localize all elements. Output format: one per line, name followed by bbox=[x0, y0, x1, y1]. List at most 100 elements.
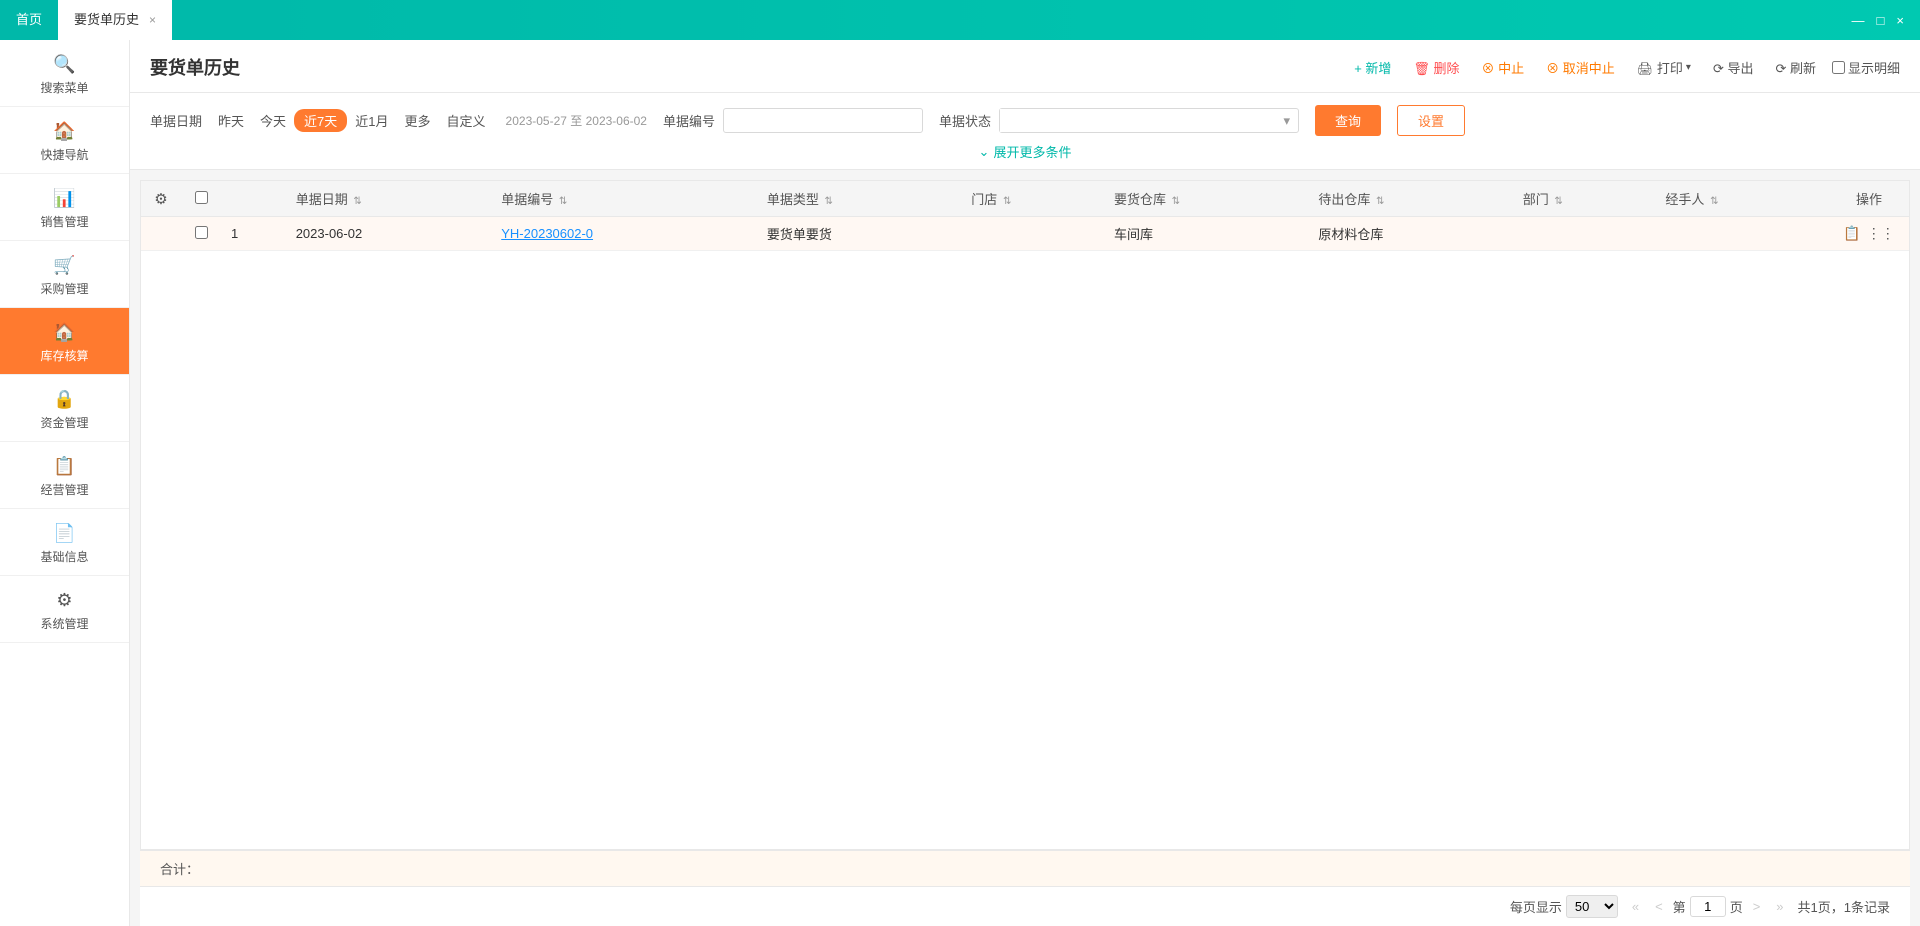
page-title: 要货单历史 bbox=[150, 54, 240, 80]
basic-info-icon: 📄 bbox=[53, 523, 75, 544]
sidebar-item-sales-label: 销售管理 bbox=[40, 213, 88, 230]
row-checkbox[interactable] bbox=[195, 226, 208, 239]
page-nav: « < 第 页 > » bbox=[1626, 896, 1790, 917]
last-page-btn[interactable]: » bbox=[1770, 897, 1789, 916]
col-store: 门店 ⇅ bbox=[961, 181, 1104, 217]
tab-home[interactable]: 首页 bbox=[0, 0, 58, 40]
col-department: 部门 ⇅ bbox=[1513, 181, 1656, 217]
pending-warehouse-sort-icon[interactable]: ⇅ bbox=[1376, 196, 1384, 207]
department-sort-icon[interactable]: ⇅ bbox=[1554, 196, 1562, 207]
table-row: 1 2023-06-02 YH-20230602-0 要货单要货 车间库 原材料… bbox=[141, 217, 1909, 251]
sidebar-item-operations[interactable]: 📋 经营管理 bbox=[0, 442, 129, 509]
query-button[interactable]: 查询 bbox=[1315, 105, 1381, 136]
table-gear-icon[interactable]: ⚙ bbox=[154, 191, 167, 208]
show-detail-label: 显示明细 bbox=[1848, 58, 1900, 77]
sidebar-item-search-menu-label: 搜索菜单 bbox=[40, 79, 88, 96]
doc-type-sort-icon[interactable]: ⇅ bbox=[825, 196, 833, 207]
date-option-1month[interactable]: 近1月 bbox=[347, 109, 396, 132]
minimize-btn[interactable]: — bbox=[1852, 13, 1865, 28]
show-detail-button[interactable]: 显示明细 bbox=[1832, 58, 1900, 77]
col-doc-no: 单据编号 ⇅ bbox=[491, 181, 757, 217]
col-doc-type: 单据类型 ⇅ bbox=[757, 181, 961, 217]
stop-button[interactable]: ⊗ 中止 bbox=[1476, 55, 1531, 80]
page-label: 第 bbox=[1673, 897, 1686, 916]
tab-active[interactable]: 要货单历史 × bbox=[58, 0, 172, 40]
doc-no-sort-icon[interactable]: ⇅ bbox=[559, 196, 567, 207]
per-page-select[interactable]: 10 20 50 100 bbox=[1566, 895, 1618, 918]
col-checkbox bbox=[181, 181, 221, 217]
search-menu-icon: 🔍 bbox=[53, 54, 75, 75]
sidebar-item-inventory[interactable]: 🏠 库存核算 bbox=[0, 308, 129, 375]
print-button[interactable]: 🖨 打印 ▾ bbox=[1631, 55, 1697, 80]
sidebar-item-inventory-label: 库存核算 bbox=[40, 347, 88, 364]
row-pending-warehouse: 原材料仓库 bbox=[1308, 217, 1512, 251]
expand-more[interactable]: ⌄ 展开更多条件 bbox=[150, 142, 1900, 161]
filter-settings-button[interactable]: 设置 bbox=[1397, 105, 1465, 136]
toolbar: + 新增 🗑 删除 ⊗ 中止 ⊗ 取消中止 🖨 打印 ▾ bbox=[1348, 55, 1900, 80]
date-filter-label: 单据日期 bbox=[150, 111, 202, 130]
expand-more-label: 展开更多条件 bbox=[993, 142, 1071, 161]
row-more-icon[interactable]: ⋮⋮ bbox=[1867, 225, 1895, 242]
show-detail-checkbox[interactable] bbox=[1832, 61, 1845, 74]
date-option-more[interactable]: 更多 bbox=[397, 109, 439, 132]
delete-button-label: 🗑 删除 bbox=[1413, 58, 1459, 77]
new-button[interactable]: + 新增 bbox=[1348, 55, 1397, 80]
sidebar-item-search-menu[interactable]: 🔍 搜索菜单 bbox=[0, 40, 129, 107]
doc-no-link[interactable]: YH-20230602-0 bbox=[501, 226, 593, 241]
col-index bbox=[221, 181, 286, 217]
row-handler bbox=[1655, 217, 1829, 251]
select-all-checkbox[interactable] bbox=[195, 191, 208, 204]
new-button-label: + 新增 bbox=[1354, 58, 1391, 77]
date-sort-icon[interactable]: ⇅ bbox=[353, 196, 361, 207]
sidebar-item-basic-info[interactable]: 📄 基础信息 bbox=[0, 509, 129, 576]
first-page-btn[interactable]: « bbox=[1626, 897, 1645, 916]
footer-bar: 合计： bbox=[140, 850, 1910, 886]
sidebar-item-finance[interactable]: 🔒 资金管理 bbox=[0, 375, 129, 442]
per-page-group: 每页显示 10 20 50 100 bbox=[1510, 895, 1618, 918]
print-dropdown-icon[interactable]: ▾ bbox=[1686, 62, 1691, 73]
close-window-btn[interactable]: × bbox=[1896, 13, 1904, 28]
table-container: ⚙ 单据日期 ⇅ 单据编号 ⇅ bbox=[140, 180, 1910, 850]
print-button-label: 🖨 打印 bbox=[1637, 58, 1683, 77]
date-filter-group: 单据日期 昨天 今天 近7天 近1月 更多 自定义 2023-05-27 至 2… bbox=[150, 109, 647, 132]
table-body: 1 2023-06-02 YH-20230602-0 要货单要货 车间库 原材料… bbox=[141, 217, 1909, 251]
maximize-btn[interactable]: □ bbox=[1877, 13, 1885, 28]
store-sort-icon[interactable]: ⇅ bbox=[1003, 196, 1011, 207]
refresh-button[interactable]: ⟳ 刷新 bbox=[1769, 55, 1822, 80]
status-filter-group: 单据状态 ▾ bbox=[939, 108, 1299, 133]
doc-number-input[interactable] bbox=[723, 108, 923, 133]
req-warehouse-sort-icon[interactable]: ⇅ bbox=[1172, 196, 1180, 207]
sales-icon: 📊 bbox=[53, 188, 75, 209]
page-number-input[interactable] bbox=[1690, 896, 1726, 917]
col-handler: 经手人 ⇅ bbox=[1655, 181, 1829, 217]
delete-button[interactable]: 🗑 删除 bbox=[1407, 55, 1465, 80]
sidebar-item-quick-nav[interactable]: 🏠 快捷导航 bbox=[0, 107, 129, 174]
doc-number-label: 单据编号 bbox=[663, 111, 715, 130]
date-option-yesterday[interactable]: 昨天 bbox=[210, 109, 252, 132]
inventory-icon: 🏠 bbox=[53, 322, 75, 343]
date-option-7days[interactable]: 近7天 bbox=[294, 109, 347, 132]
sidebar-item-sales[interactable]: 📊 销售管理 bbox=[0, 174, 129, 241]
status-dropdown-icon[interactable]: ▾ bbox=[1275, 113, 1298, 129]
prev-page-btn[interactable]: < bbox=[1649, 897, 1669, 916]
sidebar-item-purchase[interactable]: 🛒 采购管理 bbox=[0, 241, 129, 308]
row-edit-icon[interactable]: 📋 bbox=[1843, 225, 1860, 242]
action-icons: 📋 ⋮⋮ bbox=[1839, 225, 1899, 242]
tab-close-icon[interactable]: × bbox=[149, 0, 156, 40]
handler-sort-icon[interactable]: ⇅ bbox=[1710, 196, 1718, 207]
filter-row-1: 单据日期 昨天 今天 近7天 近1月 更多 自定义 2023-05-27 至 2… bbox=[150, 105, 1900, 136]
purchase-icon: 🛒 bbox=[53, 255, 75, 276]
date-option-custom[interactable]: 自定义 bbox=[439, 109, 494, 132]
date-option-today[interactable]: 今天 bbox=[252, 109, 294, 132]
doc-number-filter-group: 单据编号 bbox=[663, 108, 923, 133]
col-gear: ⚙ bbox=[141, 181, 181, 217]
cancel-button[interactable]: ⊗ 取消中止 bbox=[1540, 55, 1621, 80]
filter-area: 单据日期 昨天 今天 近7天 近1月 更多 自定义 2023-05-27 至 2… bbox=[130, 93, 1920, 170]
row-checkbox-cell bbox=[181, 217, 221, 251]
row-date: 2023-06-02 bbox=[286, 217, 492, 251]
status-input[interactable] bbox=[1000, 109, 1275, 132]
export-button[interactable]: ⟳ 导出 bbox=[1707, 55, 1760, 80]
next-page-btn[interactable]: > bbox=[1747, 897, 1767, 916]
sidebar-item-system[interactable]: ⚙ 系统管理 bbox=[0, 576, 129, 643]
row-actions: 📋 ⋮⋮ bbox=[1829, 217, 1909, 251]
